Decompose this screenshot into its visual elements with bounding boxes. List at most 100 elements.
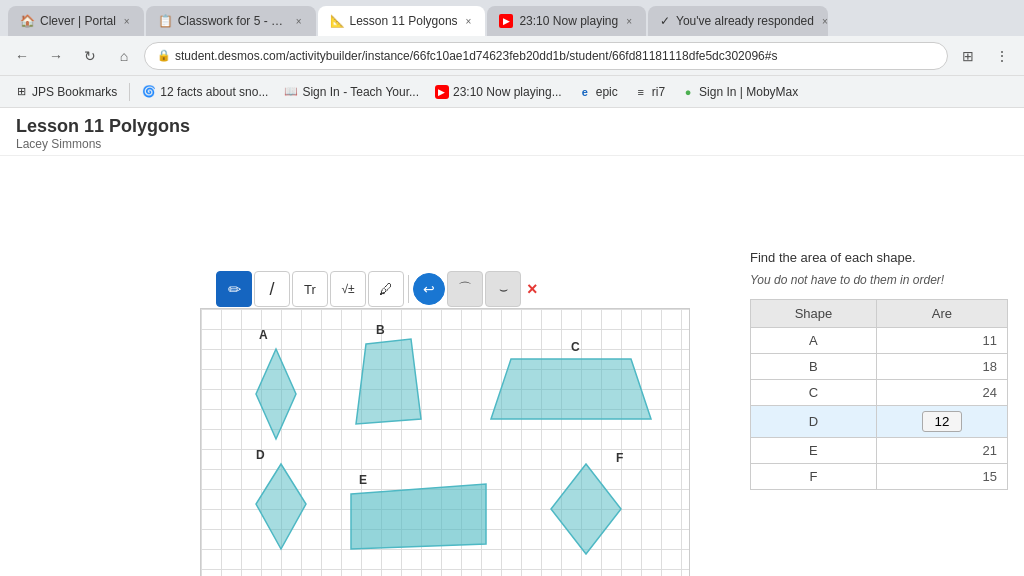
area-cell-e: 21	[876, 438, 1007, 464]
bookmark-icon-jps: ⊞	[14, 85, 28, 99]
bookmarks-bar: ⊞ JPS Bookmarks 🌀 12 facts about sno... …	[0, 76, 1024, 108]
bookmark-icon-youtube: ▶	[435, 85, 449, 99]
svg-marker-0	[256, 349, 296, 439]
svg-marker-4	[351, 484, 486, 549]
address-bar[interactable]: 🔒 student.desmos.com/activitybuilder/ins…	[144, 42, 948, 70]
shape-cell-e: E	[751, 438, 877, 464]
tab-favicon-clever: 🏠	[20, 14, 34, 28]
close-tool[interactable]: ×	[523, 279, 542, 300]
bookmark-icon-mobymax: ●	[681, 85, 695, 99]
tab-label-classwork: Classwork for 5 - LaCelle M...	[178, 14, 288, 28]
eraser-tool[interactable]: 🖊	[368, 271, 404, 307]
shapes-svg: A B C D E F	[201, 309, 690, 576]
extensions-button[interactable]: ⊞	[954, 42, 982, 70]
shape-cell-c: C	[751, 380, 877, 406]
bookmark-epic[interactable]: e epic	[572, 83, 624, 101]
undo-btn2[interactable]: ⌒	[447, 271, 483, 307]
answer-table: Shape Are A 11 B 18 C 24	[750, 299, 1008, 490]
svg-marker-3	[256, 464, 306, 549]
tab-youtube[interactable]: ▶ 23:10 Now playing ×	[487, 6, 646, 36]
shape-cell-b: B	[751, 354, 877, 380]
area-input-d[interactable]	[922, 411, 962, 432]
area-cell-a: 11	[876, 328, 1007, 354]
tab-favicon-classwork: 📋	[158, 14, 172, 28]
tab-favicon-responded: ✓	[660, 14, 670, 28]
menu-button[interactable]: ⋮	[988, 42, 1016, 70]
bookmark-label-mobymax: Sign In | MobyMax	[699, 85, 798, 99]
tab-responded[interactable]: ✓ You've already responded ×	[648, 6, 828, 36]
svg-text:F: F	[616, 451, 623, 465]
nav-bar: ← → ↻ ⌂ 🔒 student.desmos.com/activitybui…	[0, 36, 1024, 76]
area-cell-d[interactable]	[876, 406, 1007, 438]
svg-marker-5	[551, 464, 621, 554]
sqrt-tool[interactable]: √±	[330, 271, 366, 307]
drawing-canvas[interactable]: A B C D E F	[200, 308, 690, 576]
shape-cell-d: D	[751, 406, 877, 438]
forward-button[interactable]: →	[42, 42, 70, 70]
bookmark-mobymax[interactable]: ● Sign In | MobyMax	[675, 83, 804, 101]
back-button[interactable]: ←	[8, 42, 36, 70]
table-row: A 11	[751, 328, 1008, 354]
tab-label-responded: You've already responded	[676, 14, 814, 28]
tab-close-classwork[interactable]: ×	[294, 14, 304, 29]
pencil-tool[interactable]: ✏	[216, 271, 252, 307]
bookmark-label-jps: JPS Bookmarks	[32, 85, 117, 99]
bookmark-label-youtube: 23:10 Now playing...	[453, 85, 562, 99]
redo-btn[interactable]: ⌣	[485, 271, 521, 307]
bookmark-jps[interactable]: ⊞ JPS Bookmarks	[8, 83, 123, 101]
area-cell-f: 15	[876, 464, 1007, 490]
page-title: Lesson 11 Polygons	[16, 116, 1008, 137]
tab-close-youtube[interactable]: ×	[624, 14, 634, 29]
line-tool[interactable]: /	[254, 271, 290, 307]
area-cell-b: 18	[876, 354, 1007, 380]
bookmark-sep-1	[129, 83, 130, 101]
table-row-d: D	[751, 406, 1008, 438]
bookmark-label-epic: epic	[596, 85, 618, 99]
canvas-grid: A B C D E F	[201, 309, 689, 576]
browser-frame: 🏠 Clever | Portal × 📋 Classwork for 5 - …	[0, 0, 1024, 576]
svg-text:E: E	[359, 473, 367, 487]
bookmark-icon-epic: e	[578, 85, 592, 99]
reload-button[interactable]: ↻	[76, 42, 104, 70]
text-tool[interactable]: Tr	[292, 271, 328, 307]
tab-favicon-lesson: 📐	[330, 14, 344, 28]
home-button[interactable]: ⌂	[110, 42, 138, 70]
right-panel: Find the area of each shape. You do not …	[734, 238, 1024, 576]
page-header: Lesson 11 Polygons Lacey Simmons	[0, 108, 1024, 156]
bookmark-label-teach: Sign In - Teach Your...	[302, 85, 419, 99]
tab-label-youtube: 23:10 Now playing	[519, 14, 618, 28]
shape-cell-f: F	[751, 464, 877, 490]
svg-text:B: B	[376, 323, 385, 337]
bookmark-ri7[interactable]: ≡ ri7	[628, 83, 671, 101]
svg-text:D: D	[256, 448, 265, 462]
instructions-main: Find the area of each shape.	[750, 250, 1008, 265]
tab-close-clever[interactable]: ×	[122, 14, 132, 29]
tab-label-clever: Clever | Portal	[40, 14, 116, 28]
tab-classwork[interactable]: 📋 Classwork for 5 - LaCelle M... ×	[146, 6, 316, 36]
page-subtitle: Lacey Simmons	[16, 137, 1008, 151]
tab-favicon-youtube: ▶	[499, 14, 513, 28]
tab-clever[interactable]: 🏠 Clever | Portal ×	[8, 6, 144, 36]
tab-close-lesson[interactable]: ×	[464, 14, 474, 29]
url-text: student.desmos.com/activitybuilder/insta…	[175, 49, 777, 63]
bookmark-icon-facts: 🌀	[142, 85, 156, 99]
tab-bar: 🏠 Clever | Portal × 📋 Classwork for 5 - …	[0, 0, 1024, 36]
tab-lesson[interactable]: 📐 Lesson 11 Polygons ×	[318, 6, 486, 36]
table-row: B 18	[751, 354, 1008, 380]
bookmark-youtube[interactable]: ▶ 23:10 Now playing...	[429, 83, 568, 101]
svg-marker-2	[491, 359, 651, 419]
bookmark-label-ri7: ri7	[652, 85, 665, 99]
tab-close-responded[interactable]: ×	[820, 14, 828, 29]
bookmark-teach[interactable]: 📖 Sign In - Teach Your...	[278, 83, 425, 101]
tab-label-lesson: Lesson 11 Polygons	[350, 14, 458, 28]
table-header-area: Are	[876, 300, 1007, 328]
bookmark-facts[interactable]: 🌀 12 facts about sno...	[136, 83, 274, 101]
svg-marker-1	[356, 339, 421, 424]
shape-cell-a: A	[751, 328, 877, 354]
undo-tool[interactable]: ↩	[413, 273, 445, 305]
table-row: C 24	[751, 380, 1008, 406]
table-header-shape: Shape	[751, 300, 877, 328]
bookmark-icon-ri7: ≡	[634, 85, 648, 99]
toolbar-sep	[408, 275, 409, 303]
area-cell-c: 24	[876, 380, 1007, 406]
